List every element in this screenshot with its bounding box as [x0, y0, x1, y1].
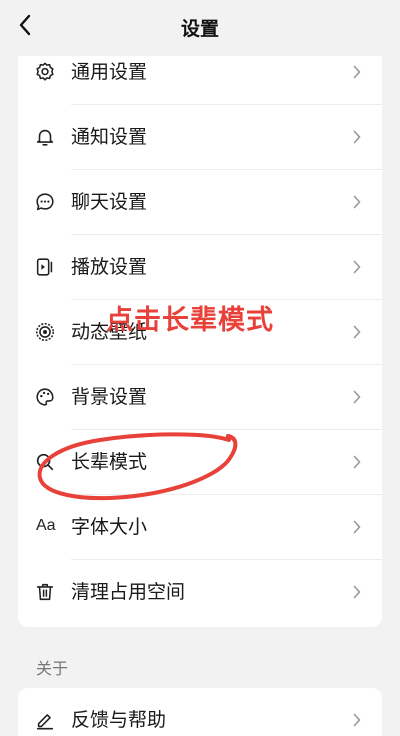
nav-bar: 设置 — [0, 0, 400, 56]
bell-icon — [34, 126, 56, 148]
settings-item-label: 字体大小 — [71, 516, 148, 538]
section-label-about: 关于 — [36, 659, 69, 678]
settings-item-notification[interactable]: 通知设置 — [18, 105, 382, 170]
settings-item-label: 反馈与帮助 — [71, 709, 167, 731]
edit-pen-icon — [34, 709, 56, 731]
font-size-icon: Aa — [36, 517, 56, 534]
annotation-circle — [30, 428, 245, 508]
settings-item-feedback-help[interactable]: 反馈与帮助 — [18, 688, 382, 736]
chevron-right-icon — [350, 324, 364, 340]
chevron-right-icon — [350, 389, 364, 405]
settings-item-label: 背景设置 — [71, 386, 148, 408]
palette-icon — [34, 386, 56, 408]
settings-item-label: 播放设置 — [71, 256, 148, 278]
chevron-right-icon — [350, 584, 364, 600]
gear-icon — [34, 61, 56, 83]
chevron-right-icon — [350, 64, 364, 80]
annotation-text: 点击长辈模式 — [106, 305, 274, 336]
page-title: 设置 — [180, 18, 219, 40]
target-wallpaper-icon — [34, 321, 56, 343]
chevron-right-icon — [350, 454, 364, 470]
about-card: 反馈与帮助 — [18, 688, 382, 736]
chevron-right-icon — [350, 194, 364, 210]
chevron-right-icon — [350, 129, 364, 145]
chevron-right-icon — [350, 519, 364, 535]
settings-item-playback[interactable]: 播放设置 — [18, 235, 382, 300]
play-icon — [34, 256, 56, 278]
settings-item-clear-storage[interactable]: 清理占用空间 — [18, 560, 382, 625]
settings-screen: 设置 通用设置 通知设置 聊天设置 播放设置 动态壁纸 背景设置 长辈模式 Aa… — [0, 0, 400, 736]
settings-item-background[interactable]: 背景设置 — [18, 365, 382, 430]
settings-item-chat[interactable]: 聊天设置 — [18, 170, 382, 235]
settings-item-label: 通用设置 — [71, 61, 148, 83]
chat-bubble-icon — [34, 191, 56, 213]
trash-icon — [34, 581, 56, 603]
settings-item-label: 聊天设置 — [71, 191, 148, 213]
settings-item-label: 通知设置 — [71, 126, 148, 148]
chevron-right-icon — [350, 259, 364, 275]
chevron-right-icon — [350, 712, 364, 728]
settings-item-label: 清理占用空间 — [71, 581, 186, 603]
